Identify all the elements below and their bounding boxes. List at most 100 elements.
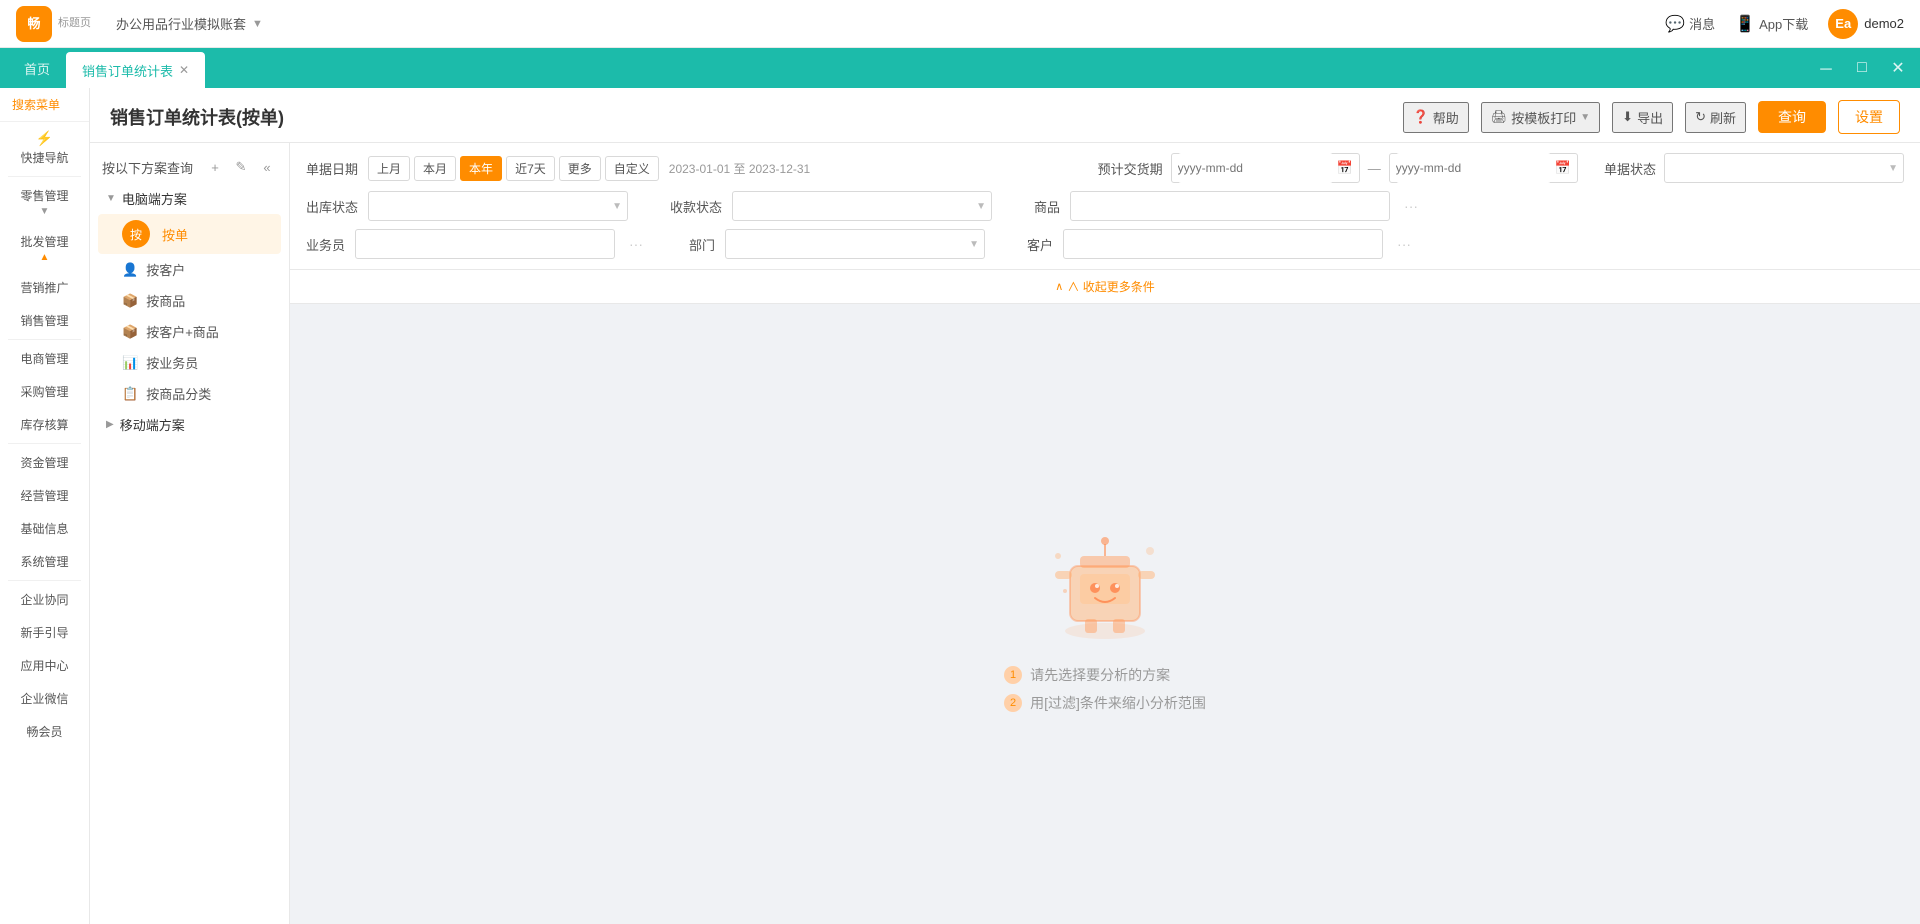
export-btn[interactable]: ⬇ 导出 — [1612, 102, 1673, 133]
logo-area: 畅 标题页 — [16, 6, 106, 42]
sidebar-item-sales-mgr[interactable]: 销售管理 — [0, 304, 89, 337]
date-range-text: 2023-01-01 至 2023-12-31 — [669, 160, 810, 177]
right-content: 销售订单统计表(按单) ❓ 帮助 🖨 按模板打印 ▼ ⬇ 导出 ↻ 刷新 — [90, 88, 1920, 924]
sidebar-search[interactable]: 搜索菜单 — [0, 88, 89, 122]
search-btn[interactable]: 查询 — [1758, 101, 1826, 133]
sidebar-item-newbie[interactable]: 新手引导 — [0, 616, 89, 649]
sidebar-item-purchase[interactable]: 采购管理 — [0, 375, 89, 408]
scheme-item-by-product-label: 按商品 — [146, 291, 185, 310]
customer-input[interactable] — [1063, 229, 1383, 259]
app-logo: 畅 — [16, 6, 52, 42]
filter-row-1: 单据日期 上月 本月 本年 近7天 更多 自定义 2023-01-01 至 20… — [306, 153, 1904, 183]
sidebar-item-marketing[interactable]: 营销推广 — [0, 271, 89, 304]
date-separator: — — [1368, 161, 1381, 176]
product-dots[interactable]: ··· — [1400, 198, 1422, 214]
sidebar-item-system[interactable]: 系统管理 — [0, 545, 89, 578]
empty-tip-1: 1 请先选择要分析的方案 — [1004, 665, 1206, 685]
tip-text-1: 请先选择要分析的方案 — [1030, 665, 1170, 685]
corp-label: 企业协同 — [20, 591, 68, 608]
scheme-collapse-btn[interactable]: « — [257, 157, 277, 177]
tip-num-1: 1 — [1004, 666, 1022, 684]
date-btn-custom[interactable]: 自定义 — [605, 156, 659, 181]
by-customer-icon: 👤 — [122, 262, 138, 278]
tab-close-icon[interactable]: ✕ — [179, 63, 189, 77]
sidebar-divider-3 — [8, 443, 81, 444]
help-icon: ❓ — [1413, 109, 1429, 125]
sidebar-item-corp-wechat[interactable]: 企业微信 — [0, 682, 89, 715]
page-title: 销售订单统计表(按单) — [110, 104, 284, 130]
date-btn-last7[interactable]: 近7天 — [506, 156, 555, 181]
scheme-item-by-order[interactable]: 按 按单 — [98, 214, 281, 254]
message-btn[interactable]: 💬 消息 — [1665, 14, 1715, 34]
scheme-group-pc-header[interactable]: ▼ 电脑端方案 — [98, 183, 281, 214]
date-btn-last-month[interactable]: 上月 — [368, 156, 410, 181]
date-from-input[interactable] — [1178, 153, 1333, 183]
sidebar-item-wholesale[interactable]: 批发管理 ▲ — [0, 225, 89, 271]
payment-status-select[interactable] — [732, 191, 992, 221]
top-right-area: 💬 消息 📱 App下载 Ea demo2 — [1665, 9, 1904, 39]
refresh-label: 刷新 — [1710, 108, 1736, 127]
expected-date-area: 预计交货期 📅 — 📅 — [1098, 153, 1578, 183]
sidebar-item-basic[interactable]: 基础信息 — [0, 512, 89, 545]
date-btn-more[interactable]: 更多 — [559, 156, 601, 181]
purchase-label: 采购管理 — [20, 383, 68, 400]
tab-sales-stat[interactable]: 销售订单统计表 ✕ — [66, 52, 205, 88]
avatar: Ea — [1828, 9, 1858, 39]
scheme-panel: 按以下方案查询 + ✎ « ▼ 电脑端方案 按 按单 — [90, 143, 290, 924]
app-download-btn[interactable]: 📱 App下载 — [1735, 14, 1808, 34]
scheme-group-mobile-header[interactable]: ▶ 移动端方案 — [98, 409, 281, 440]
salesperson-dots[interactable]: ··· — [625, 236, 647, 252]
sidebar-item-inventory[interactable]: 库存核算 — [0, 408, 89, 441]
settings-btn[interactable]: 设置 — [1838, 100, 1900, 134]
scheme-item-by-category-label: 按商品分类 — [146, 384, 211, 403]
scheme-item-by-customer-label: 按客户 — [146, 260, 185, 279]
inventory-label: 库存核算 — [20, 416, 68, 433]
date-btn-this-month[interactable]: 本月 — [414, 156, 456, 181]
sidebar-item-member[interactable]: 畅会员 — [0, 715, 89, 748]
date-to-input[interactable] — [1396, 153, 1551, 183]
scheme-add-btn[interactable]: + — [205, 157, 225, 177]
nav-maximize-btn[interactable]: □ — [1848, 54, 1876, 82]
nav-close-btn[interactable]: ✕ — [1884, 54, 1912, 82]
scheme-item-by-category[interactable]: 📋 按商品分类 — [98, 378, 281, 409]
scheme-item-by-product[interactable]: 📦 按商品 — [98, 285, 281, 316]
status-select[interactable] — [1664, 153, 1904, 183]
print-btn[interactable]: 🖨 按模板打印 ▼ — [1481, 102, 1600, 133]
department-select[interactable] — [725, 229, 985, 259]
sidebar-item-corp[interactable]: 企业协同 — [0, 583, 89, 616]
tip-text-2: 用[过滤]条件来缩小分析范围 — [1030, 693, 1206, 713]
sales-mgr-label: 销售管理 — [20, 312, 68, 329]
window-title-arrow[interactable]: ▼ — [252, 18, 263, 30]
main-content: 搜索菜单 ⚡ 快捷导航 零售管理 ▼ 批发管理 ▲ 营销推广 销售管理 电商管理… — [0, 88, 1920, 924]
date-btn-this-year[interactable]: 本年 — [460, 156, 502, 181]
message-icon: 💬 — [1665, 14, 1685, 34]
refresh-btn[interactable]: ↻ 刷新 — [1685, 102, 1746, 133]
calendar-from-icon[interactable]: 📅 — [1337, 160, 1353, 176]
delivery-status-select[interactable] — [368, 191, 628, 221]
scheme-edit-btn[interactable]: ✎ — [231, 157, 251, 177]
operations-label: 经营管理 — [20, 487, 68, 504]
message-label: 消息 — [1689, 14, 1715, 33]
customer-dots[interactable]: ··· — [1393, 236, 1415, 252]
tab-sales-stat-label: 销售订单统计表 — [82, 61, 173, 80]
sidebar-item-operations[interactable]: 经营管理 — [0, 479, 89, 512]
sidebar-item-retail[interactable]: 零售管理 ▼ — [0, 179, 89, 225]
scheme-item-by-salesperson[interactable]: 📊 按业务员 — [98, 347, 281, 378]
help-btn[interactable]: ❓ 帮助 — [1403, 102, 1469, 133]
user-menu[interactable]: Ea demo2 — [1828, 9, 1904, 39]
collapse-up-icon: ∧ — [1055, 280, 1063, 293]
scheme-item-by-cust-prod[interactable]: 📦 按客户+商品 — [98, 316, 281, 347]
tab-home[interactable]: 首页 — [8, 48, 66, 88]
sidebar-item-app-center[interactable]: 应用中心 — [0, 649, 89, 682]
sidebar-quick-nav[interactable]: ⚡ 快捷导航 — [0, 122, 89, 174]
salesperson-input[interactable] — [355, 229, 615, 259]
calendar-to-icon[interactable]: 📅 — [1555, 160, 1571, 176]
empty-tip-2: 2 用[过滤]条件来缩小分析范围 — [1004, 693, 1206, 713]
product-input[interactable] — [1070, 191, 1390, 221]
scheme-item-by-customer[interactable]: 👤 按客户 — [98, 254, 281, 285]
subtitle: 标题页 — [58, 17, 91, 30]
sidebar-item-finance[interactable]: 资金管理 — [0, 446, 89, 479]
nav-minimize-btn[interactable]: － — [1812, 54, 1840, 82]
sidebar-item-ecommerce[interactable]: 电商管理 — [0, 342, 89, 375]
collapse-bar[interactable]: ∧ ∧ 收起更多条件 — [290, 270, 1920, 304]
